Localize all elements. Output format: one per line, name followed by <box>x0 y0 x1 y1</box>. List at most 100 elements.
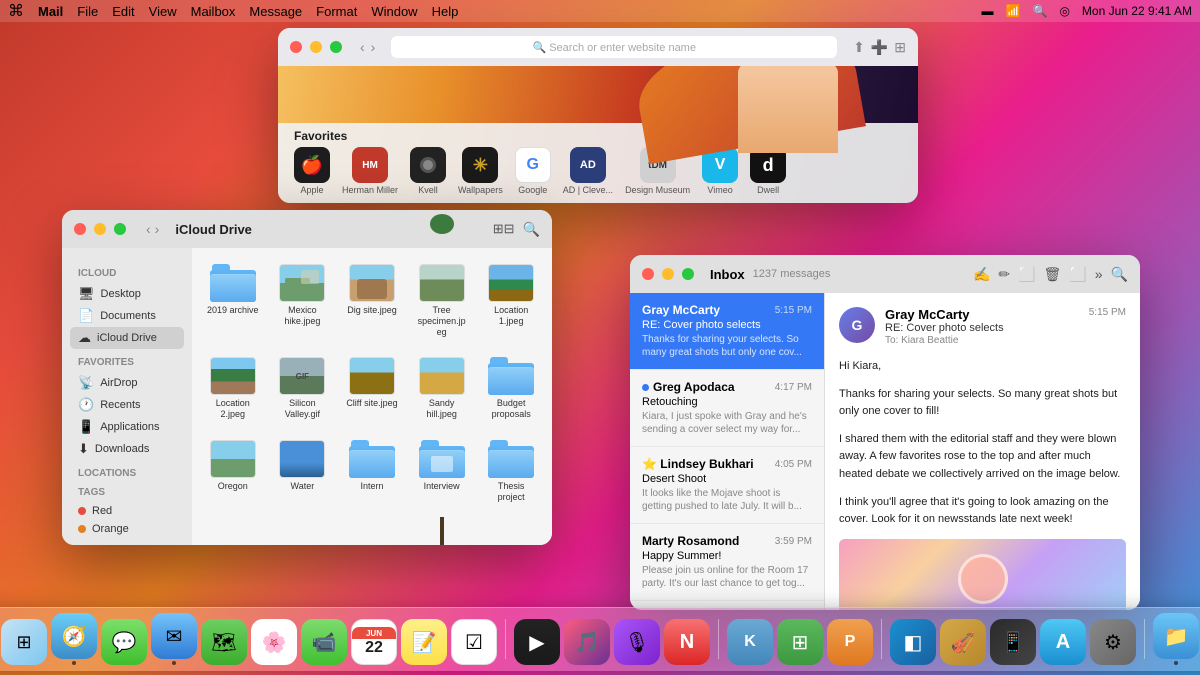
file-location1[interactable]: Location 1.jpeg <box>480 258 542 343</box>
sidebar-tag-orange[interactable]: Orange <box>70 520 184 538</box>
dock-item-sysprefs[interactable]: ⚙ <box>1090 619 1136 665</box>
file-budget-proposals[interactable]: Budget proposals <box>480 351 542 426</box>
mail-search-icon[interactable]: 🔍 <box>1111 266 1128 283</box>
maps-dock-icon[interactable]: 🗺 <box>201 619 247 665</box>
compose-icon[interactable]: ✍ <box>973 266 990 283</box>
pages-dock-icon[interactable]: P <box>827 619 873 665</box>
dock-item-news[interactable]: N <box>664 619 710 665</box>
calendar-dock-icon[interactable]: JUN 22 <box>351 619 397 665</box>
dock-item-notes[interactable]: 📝 <box>401 619 447 665</box>
reminders-dock-icon[interactable]: ☑ <box>451 619 497 665</box>
archive-icon[interactable]: ⬜ <box>1018 266 1035 283</box>
dock-item-messages[interactable]: 💬 <box>101 619 147 665</box>
file-location2[interactable]: Location 2.jpeg <box>202 351 264 426</box>
mail-item-2[interactable]: Greg Apodaca 4:17 PM Retouching Kiara, I… <box>630 370 824 447</box>
file-mexico-hike[interactable]: Mexico hike.jpeg <box>272 258 334 343</box>
fav-herman-miller[interactable]: HM Herman Miller <box>342 147 398 195</box>
finder-fullscreen[interactable] <box>114 223 126 235</box>
menu-help[interactable]: Help <box>432 4 459 19</box>
fav-dwell[interactable]: d Dwell <box>750 147 786 195</box>
sidebar-item-documents[interactable]: 📄 Documents <box>70 305 184 327</box>
photos-dock-icon[interactable]: 🌸 <box>251 619 297 665</box>
mail-item-4[interactable]: Marty Rosamond 3:59 PM Happy Summer! Ple… <box>630 524 824 601</box>
file-cliff-site[interactable]: Cliff site.jpeg <box>341 351 403 426</box>
file-tree-specimen[interactable]: Tree specimen.jpeg <box>411 258 473 343</box>
delete-icon[interactable]: 🗑 <box>1044 266 1062 283</box>
messages-dock-icon[interactable]: 💬 <box>101 619 147 665</box>
fav-apple[interactable]: 🍎 Apple <box>294 147 330 195</box>
safari-dock-icon[interactable]: 🧭 <box>51 613 97 659</box>
file-2019-archive[interactable]: 2019 archive <box>202 258 264 343</box>
fav-vimeo[interactable]: V Vimeo <box>702 147 738 195</box>
dock-item-photos[interactable]: 🌸 <box>251 619 297 665</box>
sidebar-item-airdrop[interactable]: 📡 AirDrop <box>70 372 184 394</box>
sysprefs-dock-icon[interactable]: ⚙ <box>1090 619 1136 665</box>
notes-dock-icon[interactable]: 📝 <box>401 619 447 665</box>
app-name[interactable]: Mail <box>38 4 63 19</box>
finder-search-icon[interactable]: 🔍 <box>523 221 540 238</box>
appletv-dock-icon[interactable]: ▶ <box>514 619 560 665</box>
sidebar-item-applications[interactable]: 📱 Applications <box>70 416 184 438</box>
dock-item-files[interactable]: 📁 <box>1153 613 1199 665</box>
fav-wallpapers[interactable]: ✳ Wallpapers <box>458 147 503 195</box>
dock-item-pages[interactable]: P <box>827 619 873 665</box>
menu-edit[interactable]: Edit <box>112 4 134 19</box>
file-thesis-project[interactable]: Thesis project <box>480 434 542 509</box>
finder-back[interactable]: ‹ <box>146 221 151 237</box>
dock-item-mail[interactable]: ✉ <box>151 613 197 665</box>
finder-forward[interactable]: › <box>155 221 160 237</box>
sidebar-item-desktop[interactable]: 🖥 Desktop <box>70 283 184 305</box>
mail-close[interactable] <box>642 268 654 280</box>
menu-mailbox[interactable]: Mailbox <box>191 4 236 19</box>
instruments-dock-icon[interactable]: 🎻 <box>940 619 986 665</box>
sidebar-item-downloads[interactable]: ⬇ Downloads <box>70 438 184 460</box>
finder-grid-icon[interactable]: ⊞⊟ <box>493 221 515 238</box>
menu-file[interactable]: File <box>77 4 98 19</box>
dock-item-maps[interactable]: 🗺 <box>201 619 247 665</box>
files-dock-icon[interactable]: 📁 <box>1153 613 1199 659</box>
mail-item-1[interactable]: Gray McCarty 5:15 PM RE: Cover photo sel… <box>630 293 824 370</box>
mail-minimize[interactable] <box>662 268 674 280</box>
siri-icon[interactable]: ◎ <box>1059 4 1069 18</box>
dock-item-xcode[interactable]: ◧ <box>890 619 936 665</box>
finder-minimize[interactable] <box>94 223 106 235</box>
appstore-dock-icon[interactable]: A <box>1040 619 1086 665</box>
mail-item-3[interactable]: ⭐ Lindsey Bukhari 4:05 PM Desert Shoot I… <box>630 447 824 524</box>
file-interview[interactable]: Interview <box>411 434 473 509</box>
fav-ad-clever[interactable]: AD AD | Cleve... <box>563 147 613 195</box>
news-dock-icon[interactable]: N <box>664 619 710 665</box>
keynote-dock-icon[interactable]: K <box>727 619 773 665</box>
menu-view[interactable]: View <box>149 4 177 19</box>
apple-menu[interactable]: ⌘ <box>8 1 24 21</box>
file-silicon-valley[interactable]: GIF Silicon Valley.gif <box>272 351 334 426</box>
spam-icon[interactable]: ⬜ <box>1069 266 1086 283</box>
dock-item-appletv[interactable]: ▶ <box>514 619 560 665</box>
dock-item-reminders[interactable]: ☑ <box>451 619 497 665</box>
file-intern[interactable]: Intern <box>341 434 403 509</box>
sidebar-item-recents[interactable]: 🕐 Recents <box>70 394 184 416</box>
file-water[interactable]: Water <box>272 434 334 509</box>
file-oregon[interactable]: Oregon <box>202 434 264 509</box>
facetime-dock-icon[interactable]: 📹 <box>301 619 347 665</box>
simulator-dock-icon[interactable]: 📱 <box>990 619 1036 665</box>
sidebar-toggle-icon[interactable]: ⊞ <box>894 39 906 56</box>
dock-item-calendar[interactable]: JUN 22 <box>351 619 397 665</box>
fullscreen-button[interactable] <box>330 41 342 53</box>
dock-item-safari[interactable]: 🧭 <box>51 613 97 665</box>
music-dock-icon[interactable]: 🎵 <box>564 619 610 665</box>
file-dig-site[interactable]: Dig site.jpeg <box>341 258 403 343</box>
finder-close[interactable] <box>74 223 86 235</box>
url-bar[interactable]: 🔍 Search or enter website name <box>391 36 837 58</box>
more-icon[interactable]: » <box>1095 266 1103 283</box>
sidebar-item-icloud-drive[interactable]: ☁ iCloud Drive <box>70 327 184 349</box>
dock-item-launchpad[interactable]: ⊞ <box>1 619 47 665</box>
mail-fullscreen[interactable] <box>682 268 694 280</box>
new-tab-icon[interactable]: ➕ <box>871 39 888 56</box>
podcasts-dock-icon[interactable]: 🎙 <box>614 619 660 665</box>
close-button[interactable] <box>290 41 302 53</box>
share-icon[interactable]: ⬆ <box>853 39 865 56</box>
dock-item-podcasts[interactable]: 🎙 <box>614 619 660 665</box>
dock-item-facetime[interactable]: 📹 <box>301 619 347 665</box>
note-icon[interactable]: ✏ <box>998 266 1010 283</box>
xcode-dock-icon[interactable]: ◧ <box>890 619 936 665</box>
